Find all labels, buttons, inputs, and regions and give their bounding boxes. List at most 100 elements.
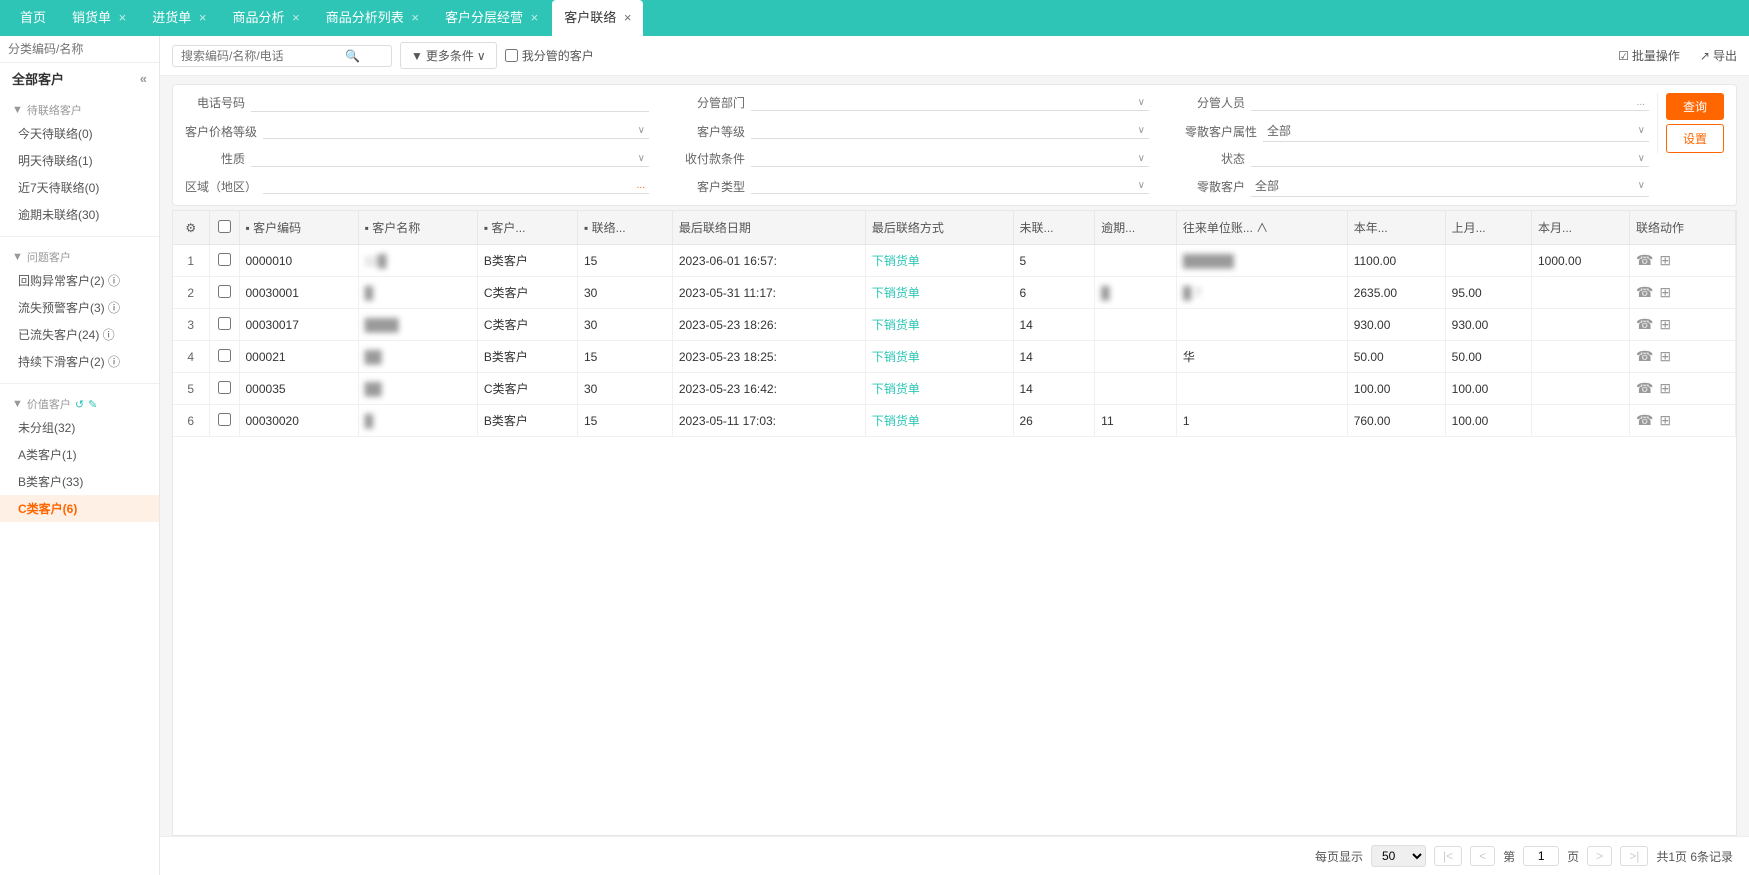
row-name: ██ <box>358 341 477 373</box>
tab-customer-contact[interactable]: 客户联络 × <box>552 0 643 36</box>
close-icon[interactable]: × <box>119 10 127 25</box>
sidebar-item-class-b[interactable]: B类客户(33) <box>0 468 159 495</box>
grid-icon[interactable]: ⊞ <box>1659 252 1671 269</box>
row-checkbox[interactable] <box>209 373 239 405</box>
filter-price-grade-select[interactable]: ∨ <box>263 123 649 139</box>
tab-purchase-order[interactable]: 进货单 × <box>140 0 218 36</box>
export-btn[interactable]: ↗ 导出 <box>1700 47 1737 64</box>
close-icon[interactable]: × <box>624 10 632 25</box>
row-no: 5 <box>173 373 209 405</box>
sidebar-item-overdue-pending[interactable]: 逾期未联络(30) <box>0 201 159 228</box>
filter-phone-input[interactable] <box>251 93 649 112</box>
phone-icon[interactable]: ☎ <box>1636 348 1653 365</box>
close-icon[interactable]: × <box>531 10 539 25</box>
sidebar-item-ungrouped[interactable]: 未分组(32) <box>0 414 159 441</box>
tab-customer-segment[interactable]: 客户分层经营 × <box>433 0 550 36</box>
filter-retail-attr-select[interactable]: 全部 ∨ <box>1263 120 1649 142</box>
page-number-input[interactable] <box>1523 846 1559 866</box>
row-checkbox[interactable] <box>209 277 239 309</box>
row-last-contact-method[interactable]: 下销货单 <box>865 405 1013 437</box>
row-last-contact-method[interactable]: 下销货单 <box>865 341 1013 373</box>
setting-button[interactable]: 设置 <box>1666 124 1724 153</box>
row-checkbox[interactable] <box>209 341 239 373</box>
tab-product-analysis-list[interactable]: 商品分析列表 × <box>314 0 431 36</box>
phone-icon[interactable]: ☎ <box>1636 380 1653 397</box>
search-icon[interactable]: 🔍 <box>345 49 360 63</box>
more-conditions-btn[interactable]: ▼ 更多条件 ∨ <box>400 42 497 69</box>
close-icon[interactable]: × <box>292 10 300 25</box>
search-bar[interactable]: 🔍 <box>172 45 392 67</box>
query-button[interactable]: 查询 <box>1666 93 1724 120</box>
grid-icon[interactable]: ⊞ <box>1659 284 1671 301</box>
grid-icon[interactable]: ⊞ <box>1659 412 1671 429</box>
grid-icon[interactable]: ⊞ <box>1659 380 1671 397</box>
col-code[interactable]: ▪ 客户编码 <box>239 211 358 245</box>
row-no-contact-days: 26 <box>1013 405 1095 437</box>
filter-dept-select[interactable]: ∨ <box>751 95 1149 111</box>
col-name[interactable]: ▪ 客户名称 <box>358 211 477 245</box>
row-last-contact-method[interactable]: 下销货单 <box>865 373 1013 405</box>
row-checkbox[interactable] <box>209 405 239 437</box>
sidebar-divider-1 <box>0 236 159 237</box>
tab-product-analysis[interactable]: 商品分析 × <box>220 0 311 36</box>
close-icon[interactable]: × <box>411 10 419 25</box>
my-customers-checkbox-label[interactable]: 我分管的客户 <box>505 47 594 64</box>
col-settings[interactable]: ⚙ <box>173 211 209 245</box>
filter-manager-select[interactable]: ... <box>1251 95 1649 111</box>
filter-customer-type-select[interactable]: ∨ <box>751 178 1149 194</box>
filter-status-select[interactable]: ∨ <box>1251 151 1649 167</box>
row-checkbox[interactable] <box>209 309 239 341</box>
sidebar-item-repurchase-abnormal[interactable]: 回购异常客户(2) ⓘ <box>0 267 159 294</box>
filter-retail-customer-select[interactable]: 全部 ∨ <box>1251 175 1649 197</box>
grid-icon[interactable]: ⊞ <box>1659 348 1671 365</box>
row-customer-type: B类客户 <box>477 405 577 437</box>
filter-nature-select[interactable]: ∨ <box>251 151 649 167</box>
search-input[interactable] <box>181 49 341 63</box>
phone-icon[interactable]: ☎ <box>1636 316 1653 333</box>
per-page-select[interactable]: 50 100 200 <box>1371 845 1426 867</box>
prev-page-btn[interactable]: < <box>1470 846 1495 866</box>
my-customers-checkbox[interactable] <box>505 49 518 62</box>
filter-payment-terms-select[interactable]: ∨ <box>751 151 1149 167</box>
row-last-contact-method[interactable]: 下销货单 <box>865 309 1013 341</box>
sidebar-item-declining[interactable]: 持续下滑客户(2) ⓘ <box>0 348 159 375</box>
batch-ops-btn[interactable]: ☑ 批量操作 <box>1618 47 1680 64</box>
sidebar-group-pending-title: ▼ 待联络客户 <box>0 98 159 120</box>
phone-icon[interactable]: ☎ <box>1636 412 1653 429</box>
tab-sales-order[interactable]: 销货单 × <box>60 0 138 36</box>
close-icon[interactable]: × <box>199 10 207 25</box>
tab-home[interactable]: 首页 <box>8 0 58 36</box>
row-overdue <box>1095 245 1177 277</box>
filter-customer-grade-select[interactable]: ∨ <box>751 123 1149 139</box>
row-contact-count: 15 <box>578 245 673 277</box>
row-last-contact-method[interactable]: 下销货单 <box>865 245 1013 277</box>
sidebar-item-churn-warning[interactable]: 流失预警客户(3) ⓘ <box>0 294 159 321</box>
last-page-btn[interactable]: >| <box>1620 846 1648 866</box>
col-checkbox[interactable] <box>209 211 239 245</box>
table-row: 1 0000010 12█ B类客户 15 2023-06-01 16:57: … <box>173 245 1736 277</box>
sidebar-item-today-pending[interactable]: 今天待联络(0) <box>0 120 159 147</box>
first-page-btn[interactable]: |< <box>1434 846 1462 866</box>
row-last-contact-method[interactable]: 下销货单 <box>865 277 1013 309</box>
sidebar-search-input[interactable] <box>8 42 160 56</box>
filter-dept: 分管部门 ∨ <box>685 94 1149 111</box>
col-account-balance[interactable]: 往来单位账... ∧ <box>1176 211 1347 245</box>
phone-icon[interactable]: ☎ <box>1636 284 1653 301</box>
sidebar-all-customers[interactable]: 全部客户 « <box>0 63 159 94</box>
sidebar-item-class-a[interactable]: A类客户(1) <box>0 441 159 468</box>
grid-icon[interactable]: ⊞ <box>1659 316 1671 333</box>
row-code: 000021 <box>239 341 358 373</box>
sidebar-item-churned[interactable]: 已流失客户(24) ⓘ <box>0 321 159 348</box>
next-page-btn[interactable]: > <box>1587 846 1612 866</box>
chevron-down-icon: ∨ <box>1138 97 1145 108</box>
phone-icon[interactable]: ☎ <box>1636 252 1653 269</box>
sidebar-item-week-pending[interactable]: 近7天待联络(0) <box>0 174 159 201</box>
row-checkbox[interactable] <box>209 245 239 277</box>
select-all-checkbox[interactable] <box>218 220 231 233</box>
chevron-down-icon: ∨ <box>638 153 645 164</box>
sidebar-item-class-c[interactable]: C类客户(6) <box>0 495 159 522</box>
sidebar-item-tomorrow-pending[interactable]: 明天待联络(1) <box>0 147 159 174</box>
row-last-contact-date: 2023-05-31 11:17: <box>672 277 865 309</box>
chevron-down-icon: ∨ <box>1138 180 1145 191</box>
filter-region-select[interactable]: ... <box>263 178 649 194</box>
